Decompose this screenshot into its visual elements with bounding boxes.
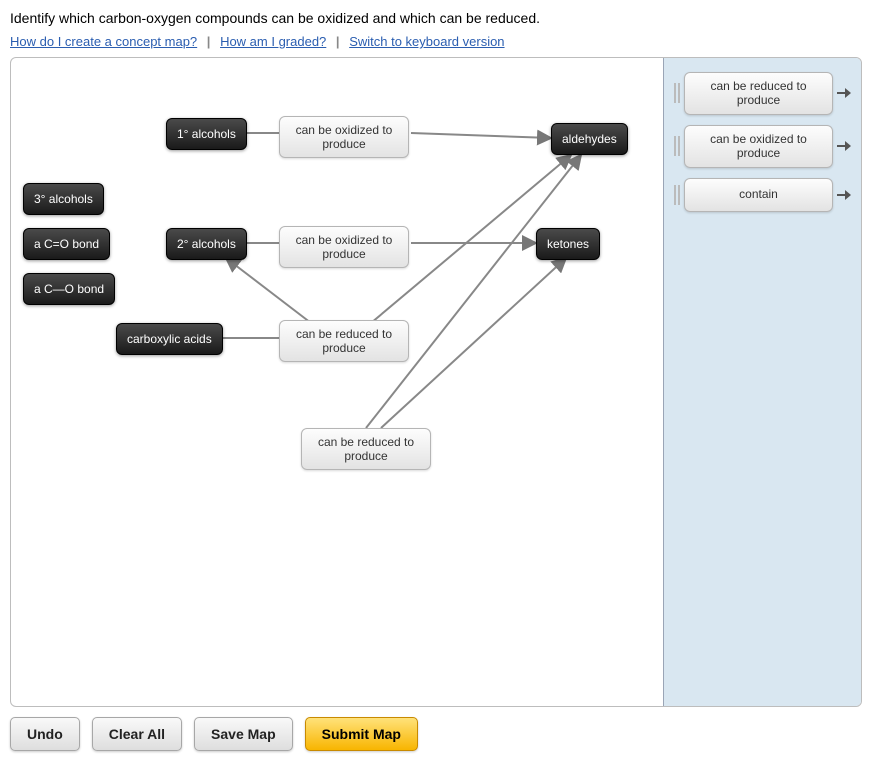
node-3-alcohols[interactable]: 3° alcohols bbox=[23, 183, 104, 215]
link-keyboard[interactable]: Switch to keyboard version bbox=[349, 34, 504, 49]
drag-handle-icon bbox=[674, 83, 680, 103]
link-create-map[interactable]: How do I create a concept map? bbox=[10, 34, 197, 49]
undo-button[interactable]: Undo bbox=[10, 717, 80, 751]
node-rel-oxidized-1[interactable]: can be oxidized to produce bbox=[279, 116, 409, 158]
relation-palette: can be reduced to produce can be oxidize… bbox=[663, 58, 861, 707]
node-1-alcohols[interactable]: 1° alcohols bbox=[166, 118, 247, 150]
node-rel-reduced-2[interactable]: can be reduced to produce bbox=[301, 428, 431, 470]
save-map-button[interactable]: Save Map bbox=[194, 717, 293, 751]
help-links: How do I create a concept map? | How am … bbox=[10, 34, 863, 49]
node-carboxylic-acids[interactable]: carboxylic acids bbox=[116, 323, 223, 355]
arrow-right-icon bbox=[837, 86, 851, 100]
canvas-area[interactable]: 1° alcohols can be oxidized to produce a… bbox=[11, 58, 663, 707]
clear-all-button[interactable]: Clear All bbox=[92, 717, 182, 751]
workspace: 1° alcohols can be oxidized to produce a… bbox=[10, 57, 862, 707]
arrow-right-icon bbox=[837, 188, 851, 202]
palette-label: can be reduced to produce bbox=[684, 72, 833, 115]
separator: | bbox=[336, 34, 340, 49]
question-text: Identify which carbon-oxygen compounds c… bbox=[10, 10, 863, 26]
drag-handle-icon bbox=[674, 185, 680, 205]
node-rel-reduced-1[interactable]: can be reduced to produce bbox=[279, 320, 409, 362]
separator: | bbox=[207, 34, 211, 49]
link-graded[interactable]: How am I graded? bbox=[220, 34, 326, 49]
node-aldehydes[interactable]: aldehydes bbox=[551, 123, 628, 155]
palette-label: contain bbox=[684, 178, 833, 212]
drag-handle-icon bbox=[674, 136, 680, 156]
palette-item[interactable]: can be oxidized to produce bbox=[674, 125, 851, 168]
node-c-single-o[interactable]: a C—O bond bbox=[23, 273, 115, 305]
toolbar: Undo Clear All Save Map Submit Map bbox=[10, 717, 863, 751]
node-ketones[interactable]: ketones bbox=[536, 228, 600, 260]
submit-map-button[interactable]: Submit Map bbox=[305, 717, 418, 751]
node-rel-oxidized-2[interactable]: can be oxidized to produce bbox=[279, 226, 409, 268]
node-c-double-o[interactable]: a C=O bond bbox=[23, 228, 110, 260]
node-2-alcohols[interactable]: 2° alcohols bbox=[166, 228, 247, 260]
arrow-right-icon bbox=[837, 139, 851, 153]
palette-label: can be oxidized to produce bbox=[684, 125, 833, 168]
palette-item[interactable]: contain bbox=[674, 178, 851, 212]
palette-item[interactable]: can be reduced to produce bbox=[674, 72, 851, 115]
